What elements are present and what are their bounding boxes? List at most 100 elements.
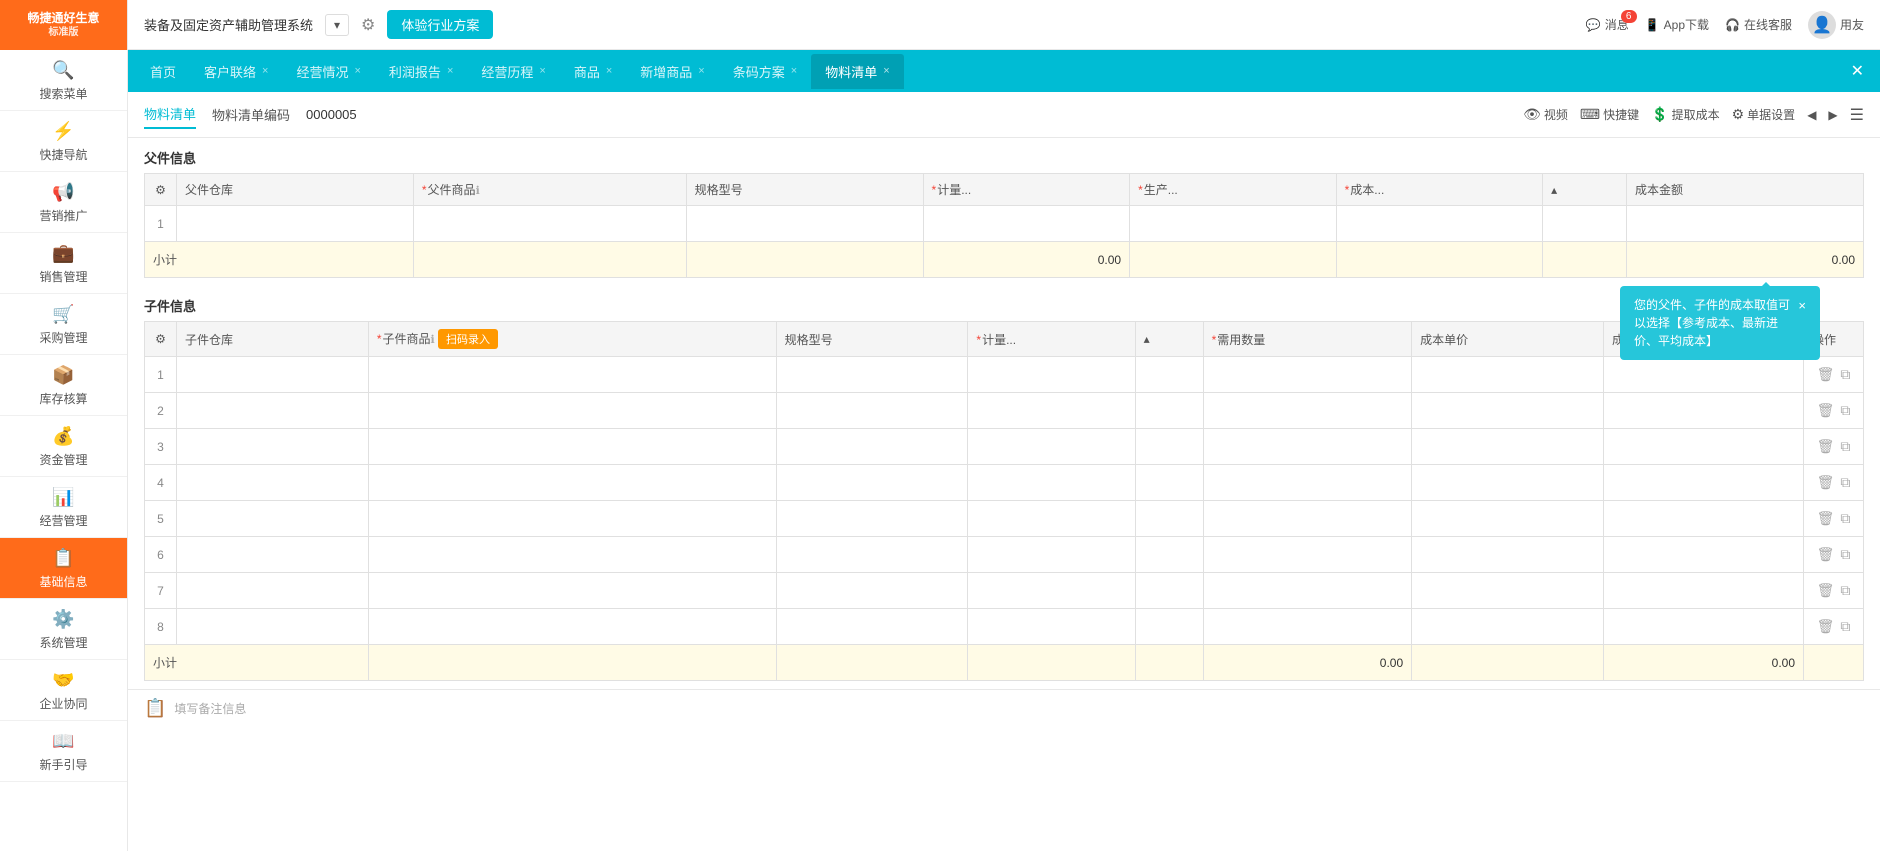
nav-prev-btn[interactable]: ◀: [1807, 108, 1816, 122]
child-cost-amount-6[interactable]: [1604, 537, 1804, 573]
expand-btn[interactable]: ☰: [1850, 105, 1864, 125]
sidebar-item-purchase[interactable]: 🛒采购管理: [0, 294, 127, 355]
parent-production-1[interactable]: [1130, 206, 1337, 242]
parent-unit-1[interactable]: [923, 206, 1130, 242]
online-service-btn[interactable]: 🎧 在线客服: [1725, 16, 1792, 33]
child-qty-3[interactable]: [1203, 429, 1412, 465]
child-copy-btn-8[interactable]: ⧉: [1840, 618, 1850, 635]
child-warehouse-4[interactable]: [177, 465, 369, 501]
child-qty-6[interactable]: [1203, 537, 1412, 573]
child-qty-1[interactable]: [1203, 357, 1412, 393]
sidebar-item-inventory[interactable]: 📦库存核算: [0, 355, 127, 416]
child-unitcost-1[interactable]: [1412, 357, 1604, 393]
tab-close-business[interactable]: ×: [354, 65, 360, 77]
child-cost-amount-8[interactable]: [1604, 609, 1804, 645]
child-copy-btn-3[interactable]: ⧉: [1840, 438, 1850, 455]
child-qty-2[interactable]: [1203, 393, 1412, 429]
child-spec-5[interactable]: [776, 501, 968, 537]
sidebar-item-search[interactable]: 🔍搜索菜单: [0, 50, 127, 111]
child-delete-btn-8[interactable]: 🗑: [1817, 618, 1835, 635]
child-warehouse-5[interactable]: [177, 501, 369, 537]
user-btn[interactable]: 👤 用友: [1808, 11, 1864, 39]
nav-tab-customer[interactable]: 客户联络 ×: [190, 54, 282, 89]
child-qty-4[interactable]: [1203, 465, 1412, 501]
sub-tab-bom-code[interactable]: 物料清单编码: [212, 101, 290, 128]
sidebar-item-sales[interactable]: 💼销售管理: [0, 233, 127, 294]
nav-tab-bom[interactable]: 物料清单 ×: [811, 54, 903, 89]
memo-placeholder[interactable]: 填写备注信息: [174, 700, 246, 717]
child-warehouse-3[interactable]: [177, 429, 369, 465]
child-spec-2[interactable]: [776, 393, 968, 429]
child-cost-amount-3[interactable]: [1604, 429, 1804, 465]
nav-tab-home[interactable]: 首页: [136, 54, 190, 89]
child-copy-btn-1[interactable]: ⧉: [1840, 366, 1850, 383]
tab-close-barcode[interactable]: ×: [791, 65, 797, 77]
sidebar-item-enterprise[interactable]: 🤝企业协同: [0, 660, 127, 721]
child-cost-amount-2[interactable]: [1604, 393, 1804, 429]
view-btn[interactable]: 👁 视频: [1523, 106, 1568, 123]
child-warehouse-6[interactable]: [177, 537, 369, 573]
child-spec-6[interactable]: [776, 537, 968, 573]
child-warehouse-7[interactable]: [177, 573, 369, 609]
child-unitcost-3[interactable]: [1412, 429, 1604, 465]
child-cost-amount-1[interactable]: [1604, 357, 1804, 393]
child-delete-btn-1[interactable]: 🗑: [1817, 366, 1835, 383]
child-delete-btn-2[interactable]: 🗑: [1817, 402, 1835, 419]
sidebar-item-basic-info[interactable]: 📋基础信息: [0, 538, 127, 599]
child-copy-btn-4[interactable]: ⧉: [1840, 474, 1850, 491]
trial-btn[interactable]: 体验行业方案: [387, 10, 493, 39]
child-goods-4[interactable]: [368, 465, 776, 501]
sidebar-item-operations[interactable]: 📊经营管理: [0, 477, 127, 538]
child-warehouse-8[interactable]: [177, 609, 369, 645]
parent-warehouse-1[interactable]: [177, 206, 414, 242]
child-unitcost-5[interactable]: [1412, 501, 1604, 537]
child-spec-8[interactable]: [776, 609, 968, 645]
child-unitcost-6[interactable]: [1412, 537, 1604, 573]
child-warehouse-2[interactable]: [177, 393, 369, 429]
sidebar-item-guide[interactable]: 📖新手引导: [0, 721, 127, 782]
child-delete-btn-6[interactable]: 🗑: [1817, 546, 1835, 563]
child-unitcost-8[interactable]: [1412, 609, 1604, 645]
sidebar-item-finance[interactable]: 💰资金管理: [0, 416, 127, 477]
scan-btn[interactable]: 扫码录入: [438, 329, 498, 349]
child-goods-8[interactable]: [368, 609, 776, 645]
child-qty-8[interactable]: [1203, 609, 1412, 645]
child-unit-2[interactable]: [968, 393, 1135, 429]
nav-tab-history[interactable]: 经营历程 ×: [467, 54, 559, 89]
child-copy-btn-7[interactable]: ⧉: [1840, 582, 1850, 599]
child-unit-3[interactable]: [968, 429, 1135, 465]
child-cost-amount-5[interactable]: [1604, 501, 1804, 537]
child-delete-btn-7[interactable]: 🗑: [1817, 582, 1835, 599]
child-goods-6[interactable]: [368, 537, 776, 573]
child-delete-btn-5[interactable]: 🗑: [1817, 510, 1835, 527]
shortcut-btn[interactable]: ⌨ 快捷键: [1580, 106, 1639, 123]
tooltip-close-btn[interactable]: ×: [1798, 296, 1806, 316]
child-copy-btn-2[interactable]: ⧉: [1840, 402, 1850, 419]
settings-btn[interactable]: ⚙ 单据设置: [1732, 106, 1796, 123]
child-qty-5[interactable]: [1203, 501, 1412, 537]
gear-btn[interactable]: ⚙: [361, 15, 375, 35]
child-goods-7[interactable]: [368, 573, 776, 609]
tab-close-goods[interactable]: ×: [606, 65, 612, 77]
child-spec-7[interactable]: [776, 573, 968, 609]
child-unit-5[interactable]: [968, 501, 1135, 537]
child-unit-4[interactable]: [968, 465, 1135, 501]
child-goods-2[interactable]: [368, 393, 776, 429]
child-copy-btn-5[interactable]: ⧉: [1840, 510, 1850, 527]
nav-tab-barcode[interactable]: 条码方案 ×: [719, 54, 811, 89]
parent-cost-1[interactable]: [1336, 206, 1543, 242]
tab-close-bom[interactable]: ×: [883, 65, 889, 77]
tab-close-profit[interactable]: ×: [447, 65, 453, 77]
parent-spec-1[interactable]: [686, 206, 923, 242]
child-qty-7[interactable]: [1203, 573, 1412, 609]
app-download-btn[interactable]: 📱 App下载: [1645, 16, 1709, 33]
child-spec-4[interactable]: [776, 465, 968, 501]
system-dropdown-btn[interactable]: ▾: [325, 14, 349, 36]
child-unit-1[interactable]: [968, 357, 1135, 393]
tab-close-customer[interactable]: ×: [262, 65, 268, 77]
parent-col-settings[interactable]: ⚙: [145, 174, 177, 206]
cost-btn[interactable]: 💲 提取成本: [1651, 106, 1719, 123]
nav-next-btn[interactable]: ▶: [1828, 108, 1837, 122]
parent-cost-amount-1[interactable]: [1627, 206, 1864, 242]
child-col-settings[interactable]: ⚙: [145, 322, 177, 357]
